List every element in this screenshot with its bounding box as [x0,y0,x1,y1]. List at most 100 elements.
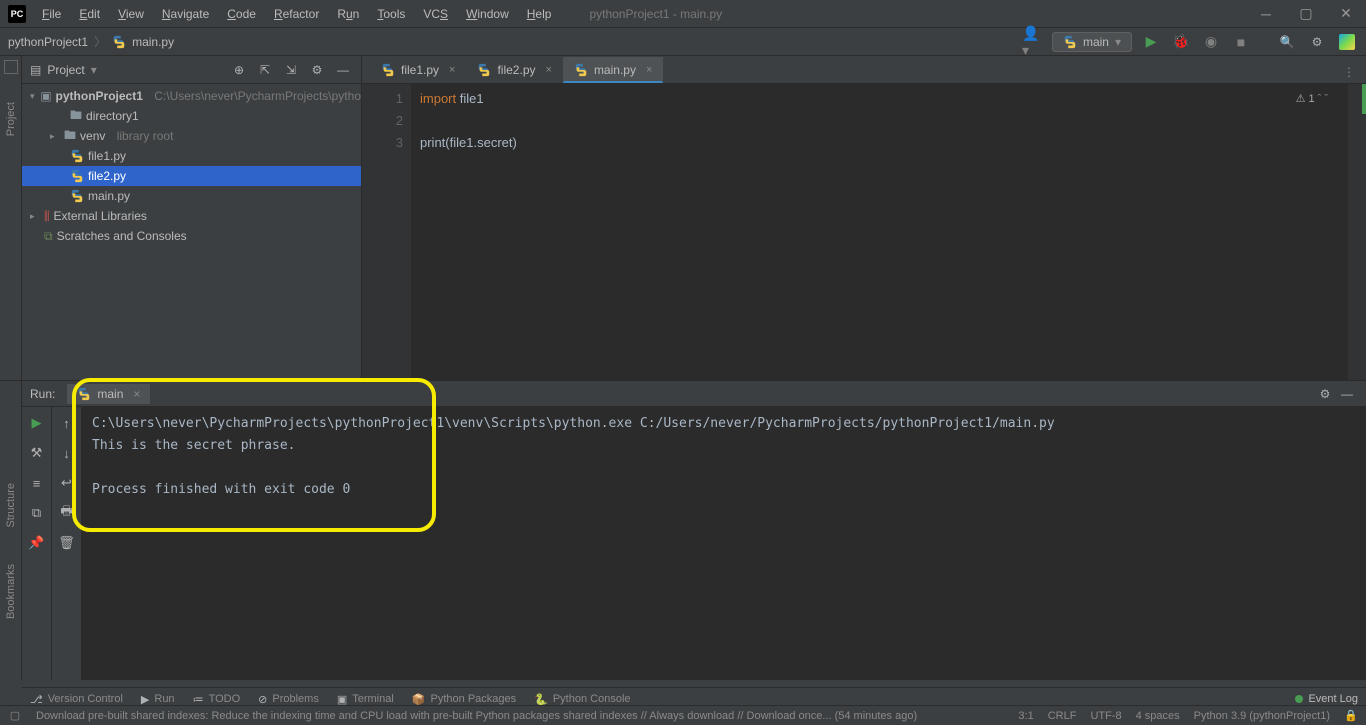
layout-icon[interactable]: ≡ [27,473,47,493]
tree-item-file2[interactable]: file2.py [22,166,361,186]
minimize-button[interactable]: ─ [1246,0,1286,28]
close-tab-icon[interactable]: × [449,64,455,76]
close-tab-icon[interactable]: × [133,387,140,401]
chevron-down-icon[interactable]: ▾ [91,63,97,77]
breadcrumb-file[interactable]: main.py [132,35,174,49]
python-file-icon [477,63,491,77]
tree-item-directory1[interactable]: 🖿 directory1 [22,106,361,126]
tree-root[interactable]: ▾ ▣ pythonProject1 C:\Users\never\Pychar… [22,86,361,106]
rerun-icon[interactable]: ▶ [27,413,47,433]
menu-help[interactable]: Help [519,3,560,25]
tab-todo[interactable]: ≔TODO [193,693,241,706]
btab-label: Run [154,693,174,705]
editor-more-icon[interactable]: ⋮ [1338,61,1360,83]
project-tree[interactable]: ▾ ▣ pythonProject1 C:\Users\never\Pychar… [22,84,361,248]
tab-problems[interactable]: ⊘Problems [258,693,319,706]
tab-terminal[interactable]: ▣Terminal [337,693,394,706]
panel-settings-icon[interactable]: ⚙ [307,63,327,77]
menu-vcs[interactable]: VCS [415,3,456,25]
python-file-icon [381,63,395,77]
menu-code[interactable]: Code [219,3,264,25]
menu-refactor[interactable]: Refactor [266,3,327,25]
error-stripe[interactable] [1348,84,1366,380]
soft-wrap-icon[interactable]: ↩ [57,473,77,493]
tab-python-packages[interactable]: 📦Python Packages [412,693,516,706]
editor-tab-file1[interactable]: file1.py × [370,57,466,83]
user-icon[interactable]: 👤▾ [1022,31,1044,53]
tab-run[interactable]: ▶Run [141,693,175,706]
tree-item-main[interactable]: main.py [22,186,361,206]
pin-icon[interactable]: 📌 [27,533,47,553]
status-encoding[interactable]: UTF-8 [1090,710,1121,722]
expand-all-icon[interactable]: ⇱ [255,63,275,77]
coverage-button[interactable]: ◉ [1200,31,1222,53]
delete-icon[interactable]: 🗑 [57,533,77,553]
menu-tools[interactable]: Tools [369,3,413,25]
close-tab-icon[interactable]: × [646,64,652,76]
structure-stripe-label[interactable]: Structure [5,475,17,536]
menu-window[interactable]: Window [458,3,517,25]
maximize-button[interactable]: ▢ [1286,0,1326,28]
chevron-right-icon[interactable]: ▸ [30,211,40,222]
event-log[interactable]: Event Log [1295,693,1358,705]
ide-features-button[interactable] [1336,31,1358,53]
line-number: 1 [366,88,403,110]
tree-item-label: main.py [88,189,130,203]
up-icon[interactable]: ↑ [57,413,77,433]
close-button[interactable]: ✕ [1326,0,1366,28]
project-tool-button[interactable] [4,60,18,74]
code-area[interactable]: ⚠ 1 ˆ ˇ import file1 print(file1.secret) [412,84,1348,380]
stop-icon[interactable]: ⚒ [27,443,47,463]
status-interpreter[interactable]: Python 3.9 (pythonProject1) [1194,710,1330,722]
run-config-selector[interactable]: main ▾ [1052,32,1132,52]
menu-file[interactable]: File [34,3,69,25]
debug-button[interactable]: 🐞 [1170,31,1192,53]
status-position[interactable]: 3:1 [1018,710,1033,722]
run-button[interactable]: ▶ [1140,31,1162,53]
stop-button[interactable]: ■ [1230,31,1252,53]
status-indent[interactable]: 4 spaces [1136,710,1180,722]
tool-window-icon[interactable]: ▢ [8,709,22,723]
project-stripe-label[interactable]: Project [5,94,17,144]
tab-version-control[interactable]: ⎇Version Control [30,693,123,706]
tree-scratches[interactable]: ⧉ Scratches and Consoles [22,226,361,246]
editor-body[interactable]: 1 2 3 ⚠ 1 ˆ ˇ import file1 print(file1.s… [362,84,1366,380]
close-tab-icon[interactable]: × [546,64,552,76]
down-icon[interactable]: ↓ [57,443,77,463]
code-line-2[interactable] [420,110,1340,132]
left-tool-stripe-lower: Structure Bookmarks [0,381,22,680]
tree-item-file1[interactable]: file1.py [22,146,361,166]
editor-tab-main[interactable]: main.py × [563,57,663,83]
breadcrumb-project[interactable]: pythonProject1 [8,35,88,49]
editor-area: file1.py × file2.py × main.py × ⋮ 1 2 3 [362,56,1366,380]
menu-edit[interactable]: Edit [71,3,108,25]
status-message[interactable]: Download pre-built shared indexes: Reduc… [36,710,917,722]
locate-icon[interactable]: ⊕ [229,63,249,77]
collapse-all-icon[interactable]: ⇲ [281,63,301,77]
code-line-3[interactable]: print(file1.secret) [420,132,1340,154]
inspection-badge[interactable]: ⚠ 1 ˆ ˇ [1296,88,1328,110]
filter-icon[interactable]: ⧉ [27,503,47,523]
hide-panel-icon[interactable]: — [333,63,353,77]
run-settings-icon[interactable]: ⚙ [1314,383,1336,405]
tree-item-venv[interactable]: ▸ 🖿 venv library root [22,126,361,146]
lock-icon[interactable]: 🔒 [1344,709,1358,723]
run-tab-main[interactable]: main × [67,384,150,404]
status-line-sep[interactable]: CRLF [1048,710,1077,722]
menu-view[interactable]: View [110,3,152,25]
editor-tab-label: file2.py [497,63,535,77]
chevron-right-icon[interactable]: ▸ [50,131,60,142]
code-line-1[interactable]: import file1 [420,88,1340,110]
editor-tab-file2[interactable]: file2.py × [466,57,562,83]
print-icon[interactable]: 🖶 [57,503,77,523]
bookmarks-stripe-label[interactable]: Bookmarks [5,556,17,627]
search-button[interactable]: 🔍 [1276,31,1298,53]
tree-external-libs[interactable]: ▸ ⫼ External Libraries [22,206,361,226]
chevron-down-icon[interactable]: ▾ [30,91,36,102]
menu-run[interactable]: Run [329,3,367,25]
menu-navigate[interactable]: Navigate [154,3,217,25]
hide-run-icon[interactable]: — [1336,383,1358,405]
tab-python-console[interactable]: 🐍Python Console [534,693,630,706]
settings-button[interactable]: ⚙ [1306,31,1328,53]
console-output[interactable]: C:\Users\never\PycharmProjects\pythonPro… [82,407,1366,680]
